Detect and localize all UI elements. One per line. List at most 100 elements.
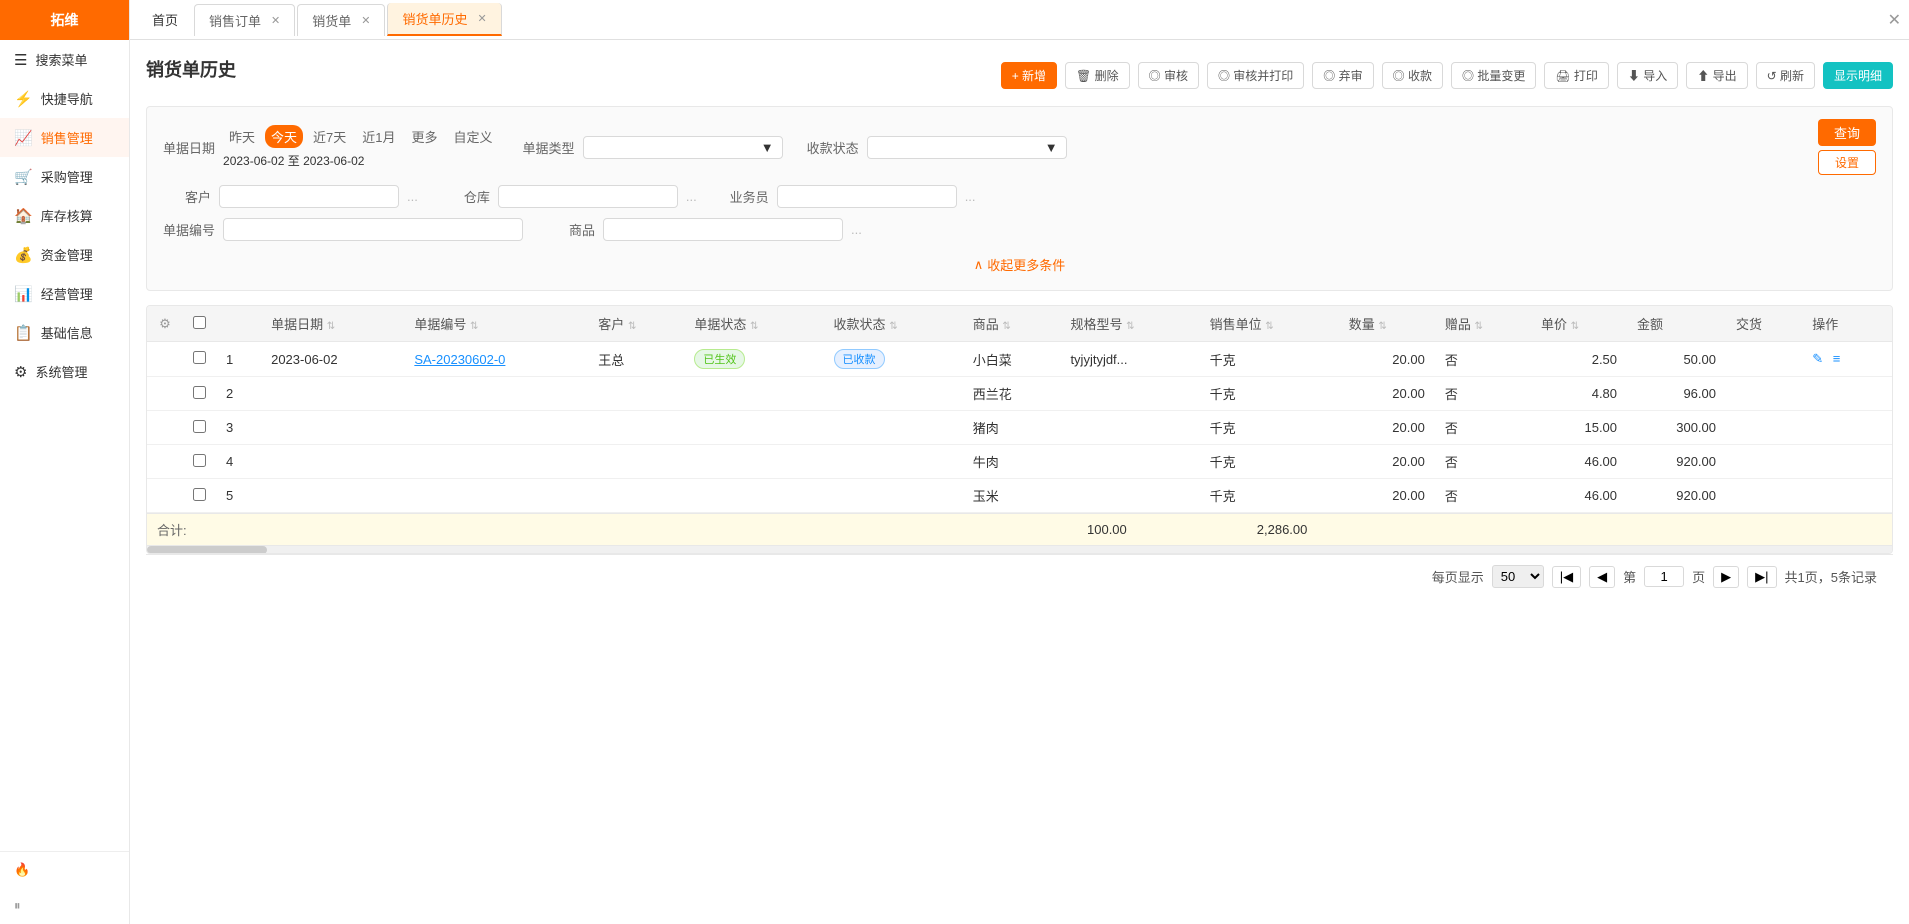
- date-btn-7days[interactable]: 近7天: [307, 125, 352, 148]
- goods-input[interactable]: [603, 218, 843, 241]
- scroll-bar[interactable]: [147, 545, 1892, 553]
- sidebar-item-quick-nav[interactable]: ⚡ 快捷导航: [0, 79, 129, 118]
- tab-sales-goods-close[interactable]: ✕: [361, 14, 370, 27]
- doc-no-input[interactable]: [223, 218, 523, 241]
- tab-sales-order[interactable]: 销售订单 ✕: [194, 4, 295, 36]
- td-checkbox[interactable]: [183, 411, 216, 445]
- first-page-button[interactable]: |◀: [1552, 566, 1581, 588]
- th-qty[interactable]: 数量 ⇅: [1339, 306, 1435, 342]
- more-action-btn[interactable]: ≡: [1833, 351, 1841, 366]
- last-page-button[interactable]: ▶|: [1747, 566, 1776, 588]
- prev-page-button[interactable]: ◀: [1589, 566, 1615, 588]
- inventory-icon: 🏠: [14, 207, 33, 225]
- th-checkbox[interactable]: [183, 306, 216, 342]
- th-customer[interactable]: 客户 ⇅: [588, 306, 684, 342]
- th-price[interactable]: 单价 ⇅: [1531, 306, 1627, 342]
- tabs-close-all[interactable]: ✕: [1888, 10, 1901, 30]
- sidebar-item-inventory[interactable]: 🏠 库存核算: [0, 196, 129, 235]
- sidebar-item-system-mgmt[interactable]: ⚙ 系统管理: [0, 352, 129, 391]
- sidebar-item-operations[interactable]: 📊 经营管理: [0, 274, 129, 313]
- salesman-dots[interactable]: ...: [965, 189, 976, 204]
- query-button[interactable]: 查询: [1818, 119, 1876, 146]
- td-checkbox[interactable]: [183, 479, 216, 513]
- sidebar-bottom-fire[interactable]: 🔥: [0, 852, 129, 888]
- td-checkbox[interactable]: [183, 445, 216, 479]
- sidebar-item-finance[interactable]: 💰 资金管理: [0, 235, 129, 274]
- delete-button[interactable]: 🗑 删除: [1065, 62, 1130, 89]
- doc-no-link[interactable]: SA-20230602-0: [414, 352, 505, 367]
- per-page-select[interactable]: 50 100 200: [1492, 565, 1544, 588]
- tab-sales-history[interactable]: 销货单历史 ✕: [387, 3, 501, 36]
- scroll-handle[interactable]: [147, 546, 267, 554]
- audit-print-button[interactable]: ◎ 审核并打印: [1207, 62, 1304, 89]
- tab-sales-order-close[interactable]: ✕: [271, 14, 280, 27]
- row-checkbox[interactable]: [193, 386, 206, 399]
- row-checkbox[interactable]: [193, 420, 206, 433]
- footer-amount: 2,286.00: [1257, 522, 1308, 537]
- date-btn-more[interactable]: 更多: [406, 125, 444, 148]
- td-checkbox[interactable]: [183, 377, 216, 411]
- tab-sales-goods[interactable]: 销货单 ✕: [297, 4, 385, 36]
- sidebar-item-purchase-mgmt[interactable]: 🛒 采购管理: [0, 157, 129, 196]
- table-row: 4 牛肉 千克 20.00 否 46.00 920.00: [147, 445, 1892, 479]
- date-btn-today[interactable]: 今天: [265, 125, 303, 148]
- finance-icon: 💰: [14, 246, 33, 264]
- edit-action-btn[interactable]: ✎: [1812, 351, 1823, 366]
- show-detail-button[interactable]: 显示明细: [1823, 62, 1893, 89]
- date-btn-yesterday[interactable]: 昨天: [223, 125, 261, 148]
- refresh-button[interactable]: ↺ 刷新: [1756, 62, 1815, 89]
- row-checkbox[interactable]: [193, 488, 206, 501]
- th-spec[interactable]: 规格型号 ⇅: [1060, 306, 1199, 342]
- td-rowno: 4: [216, 445, 261, 479]
- date-range-value: 2023-06-02 至 2023-06-02: [223, 152, 499, 169]
- sidebar-item-search-menu[interactable]: ☰ 搜索菜单: [0, 40, 129, 79]
- date-btn-1month[interactable]: 近1月: [356, 125, 401, 148]
- td-collectstatus: 已收款: [824, 342, 963, 377]
- th-unit[interactable]: 销售单位 ⇅: [1200, 306, 1339, 342]
- th-docstatus[interactable]: 单据状态 ⇅: [684, 306, 823, 342]
- customer-dots[interactable]: ...: [407, 189, 418, 204]
- audit-button[interactable]: ◎ 审核: [1138, 62, 1199, 89]
- warehouse-dots[interactable]: ...: [686, 189, 697, 204]
- th-docno[interactable]: 单据编号 ⇅: [404, 306, 588, 342]
- row-checkbox[interactable]: [193, 454, 206, 467]
- print-button[interactable]: 🖨 打印: [1544, 62, 1609, 89]
- td-collectstatus: [824, 377, 963, 411]
- date-btn-custom[interactable]: 自定义: [448, 125, 499, 148]
- th-goods[interactable]: 商品 ⇅: [963, 306, 1061, 342]
- td-checkbox[interactable]: [183, 342, 216, 377]
- collect-button[interactable]: ◎ 收款: [1382, 62, 1443, 89]
- gear-icon[interactable]: ⚙: [159, 316, 171, 331]
- td-unit: 千克: [1200, 479, 1339, 513]
- sidebar-item-sales-mgmt[interactable]: 📈 销售管理: [0, 118, 129, 157]
- page-number-input[interactable]: [1644, 566, 1684, 587]
- abandon-button[interactable]: ◎ 弃审: [1312, 62, 1373, 89]
- filter-row-2: 客户 ... 仓库 ... 业务员 ...: [163, 185, 1876, 208]
- export-button[interactable]: ⬆ 导出: [1686, 62, 1747, 89]
- select-all-checkbox[interactable]: [193, 316, 206, 329]
- batch-change-button[interactable]: ◎ 批量变更: [1451, 62, 1536, 89]
- collect-status-select[interactable]: ▼: [867, 136, 1067, 159]
- th-amount: 金额: [1627, 306, 1726, 342]
- customer-input[interactable]: [219, 185, 399, 208]
- td-docstatus: [684, 479, 823, 513]
- tab-home[interactable]: 首页: [138, 4, 192, 35]
- goods-dots[interactable]: ...: [851, 222, 862, 237]
- th-gift[interactable]: 赠品 ⇅: [1435, 306, 1531, 342]
- th-collectstatus[interactable]: 收款状态 ⇅: [824, 306, 963, 342]
- sidebar-bottom-pause[interactable]: ⏸: [0, 888, 129, 924]
- import-button[interactable]: ⬇ 导入: [1617, 62, 1678, 89]
- td-action: ✎ ≡: [1802, 342, 1892, 377]
- collapse-button[interactable]: ∧ 收起更多条件: [970, 251, 1070, 278]
- next-page-button[interactable]: ▶: [1713, 566, 1739, 588]
- settings-button[interactable]: 设置: [1818, 150, 1876, 175]
- warehouse-input[interactable]: [498, 185, 678, 208]
- salesman-input[interactable]: [777, 185, 957, 208]
- th-settings[interactable]: ⚙: [147, 306, 183, 342]
- sidebar-item-basic-info[interactable]: 📋 基础信息: [0, 313, 129, 352]
- doc-type-select[interactable]: ▼: [583, 136, 783, 159]
- row-checkbox[interactable]: [193, 351, 206, 364]
- th-date[interactable]: 单据日期 ⇅: [261, 306, 404, 342]
- tab-sales-history-close[interactable]: ✕: [478, 12, 487, 25]
- new-button[interactable]: + 新增: [1001, 62, 1057, 89]
